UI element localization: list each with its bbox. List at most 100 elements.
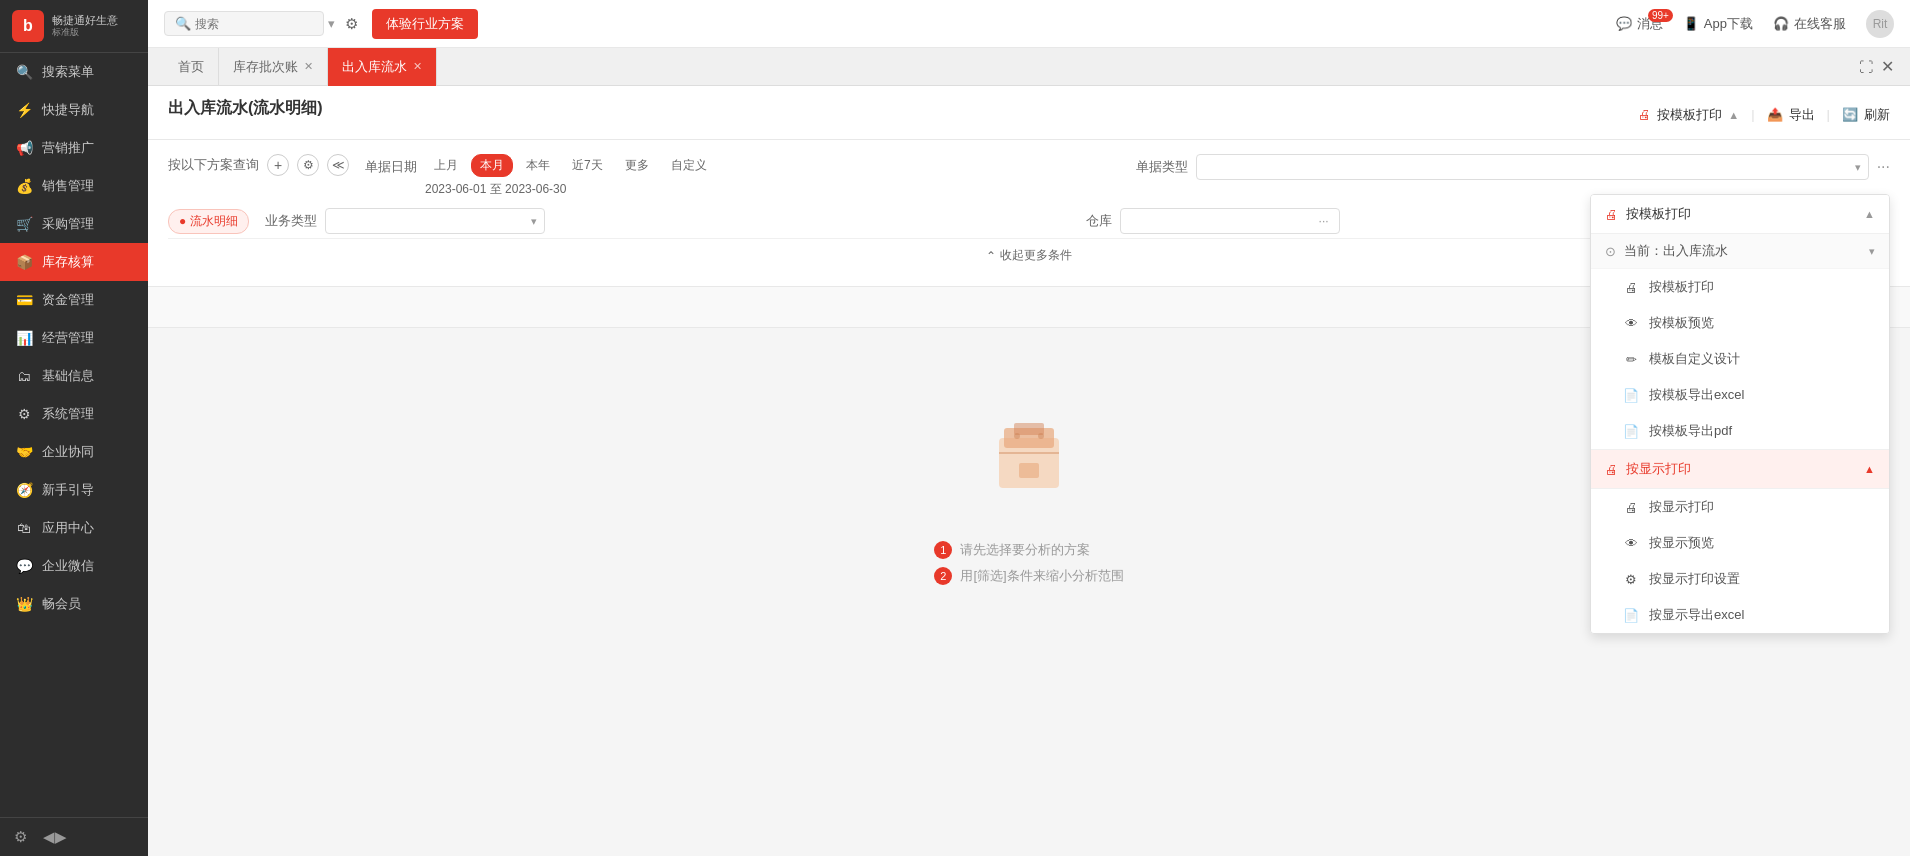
sidebar-footer: ⚙ ◀▶ [0, 817, 148, 856]
sidebar-item-member[interactable]: 👑 畅会员 [0, 585, 148, 623]
topbar-messages[interactable]: 💬 消息 99+ [1616, 15, 1663, 33]
date-range-display: 2023-06-01 至 2023-06-30 [425, 181, 716, 198]
svg-point-6 [1038, 433, 1044, 439]
sidebar: b 畅捷通好生意 标准版 🔍 搜索菜单 ⚡ 快捷导航 📢 营销推广 💰 销售管理… [0, 0, 148, 856]
app-logo-icon: b [12, 10, 44, 42]
tag-icon: ● [179, 214, 186, 228]
dropdown-item-template-print[interactable]: 🖨 按模板打印 [1591, 269, 1889, 305]
sidebar-item-guide[interactable]: 🧭 新手引导 [0, 471, 148, 509]
warehouse-input[interactable]: ··· [1120, 208, 1340, 234]
empty-step-1: 1 请先选择要分析的方案 [934, 541, 1123, 559]
tab-maximize-icon[interactable]: ⛶ [1859, 59, 1873, 75]
doc-type-select[interactable] [1196, 154, 1869, 180]
topbar-customer-service[interactable]: 🎧 在线客服 [1773, 15, 1846, 33]
tab-home[interactable]: 首页 [164, 48, 219, 86]
member-icon: 👑 [14, 596, 34, 612]
sidebar-item-system[interactable]: ⚙ 系统管理 [0, 395, 148, 433]
dropdown-item-template-preview[interactable]: 👁 按模板预览 [1591, 305, 1889, 341]
dropdown-item-display-export-pdf[interactable]: 📄 按显示导出pdf [1591, 633, 1889, 634]
operation-icon: 📊 [14, 330, 34, 346]
sidebar-item-search[interactable]: 🔍 搜索菜单 [0, 53, 148, 91]
dropdown-item-display-print[interactable]: 🖨 按显示打印 [1591, 489, 1889, 525]
date-btn-thismonth[interactable]: 本月 [471, 154, 513, 177]
template-excel-icon: 📄 [1623, 388, 1639, 403]
template-pdf-icon: 📄 [1623, 424, 1639, 439]
business-type-select-wrapper [325, 208, 545, 234]
tab-batch-close[interactable]: ✕ [304, 60, 313, 73]
message-badge: 99+ [1648, 9, 1673, 22]
sidebar-settings-icon[interactable]: ⚙ [14, 828, 27, 846]
dropdown-current-item[interactable]: ⊙ 当前：出入库流水 ▾ [1591, 234, 1889, 269]
sidebar-item-basic[interactable]: 🗂 基础信息 [0, 357, 148, 395]
quicknav-icon: ⚡ [14, 102, 34, 118]
topbar-search-caret[interactable]: ▾ [328, 16, 335, 31]
tab-close-all-icon[interactable]: ✕ [1881, 57, 1894, 76]
topbar-user-avatar[interactable]: Rit [1866, 10, 1894, 38]
business-type-label: 业务类型 [265, 212, 317, 230]
tab-batch[interactable]: 库存批次账 ✕ [219, 48, 328, 86]
doc-type-more-icon[interactable]: ··· [1877, 158, 1890, 176]
dropdown-header-display[interactable]: 🖨 按显示打印 ▲ [1591, 450, 1889, 489]
mobile-icon: 📱 [1683, 16, 1699, 31]
doc-type-select-wrapper [1196, 154, 1869, 180]
date-label: 单据日期 [365, 154, 417, 176]
date-btn-more[interactable]: 更多 [616, 154, 658, 177]
marketing-icon: 📢 [14, 140, 34, 156]
topbar-search-input[interactable] [195, 17, 305, 31]
app-name: 畅捷通好生意 标准版 [52, 13, 118, 39]
date-btn-thisyear[interactable]: 本年 [517, 154, 559, 177]
sidebar-item-operation[interactable]: 📊 经营管理 [0, 319, 148, 357]
dropdown-item-template-export-pdf[interactable]: 📄 按模板导出pdf [1591, 413, 1889, 449]
topbar-search-box[interactable]: 🔍 [164, 11, 324, 36]
filter-tag-liushui[interactable]: ● 流水明细 [168, 209, 249, 234]
collab-icon: 🤝 [14, 444, 34, 460]
sales-icon: 💰 [14, 178, 34, 194]
sidebar-item-appstore[interactable]: 🛍 应用中心 [0, 509, 148, 547]
sidebar-item-marketing[interactable]: 📢 营销推广 [0, 129, 148, 167]
svg-point-5 [1014, 433, 1020, 439]
print-template-button[interactable]: 🖨 按模板打印 ▲ [1638, 106, 1739, 124]
display-excel-icon: 📄 [1623, 608, 1639, 623]
topbar-app-download[interactable]: 📱 App下载 [1683, 15, 1753, 33]
sidebar-logo: b 畅捷通好生意 标准版 [0, 0, 148, 53]
date-btn-lastmonth[interactable]: 上月 [425, 154, 467, 177]
inventory-icon: 📦 [14, 254, 34, 270]
wxwork-icon: 💬 [14, 558, 34, 574]
guide-icon: 🧭 [14, 482, 34, 498]
sidebar-item-sales[interactable]: 💰 销售管理 [0, 167, 148, 205]
filter-collapse-left-button[interactable]: ≪ [327, 154, 349, 176]
sidebar-item-finance[interactable]: 💳 资金管理 [0, 281, 148, 319]
print-dropdown-panel: 🖨 按模板打印 ▲ ⊙ 当前：出入库流水 ▾ 🖨 按模板打印 👁 按模板预览 [1590, 194, 1890, 634]
industry-solution-button[interactable]: 体验行业方案 [372, 9, 478, 39]
tab-flow-close[interactable]: ✕ [413, 60, 422, 73]
dropdown-item-display-settings[interactable]: ⚙ 按显示打印设置 [1591, 561, 1889, 597]
template-design-icon: ✏ [1623, 352, 1639, 367]
filter-add-button[interactable]: + [267, 154, 289, 176]
filter-settings-button[interactable]: ⚙ [297, 154, 319, 176]
date-btn-7days[interactable]: 近7天 [563, 154, 612, 177]
date-btn-custom[interactable]: 自定义 [662, 154, 716, 177]
dropdown-item-template-export-excel[interactable]: 📄 按模板导出excel [1591, 377, 1889, 413]
search-icon: 🔍 [14, 64, 34, 80]
export-button[interactable]: 📤 导出 [1767, 106, 1815, 124]
dropdown-item-display-preview[interactable]: 👁 按显示预览 [1591, 525, 1889, 561]
sidebar-item-quicknav[interactable]: ⚡ 快捷导航 [0, 91, 148, 129]
sidebar-item-inventory[interactable]: 📦 库存核算 [0, 243, 148, 281]
sidebar-collapse-icon[interactable]: ◀▶ [43, 828, 67, 846]
display-print-icon: 🖨 [1623, 500, 1639, 515]
sidebar-item-purchase[interactable]: 🛒 采购管理 [0, 205, 148, 243]
dropdown-item-template-design[interactable]: ✏ 模板自定义设计 [1591, 341, 1889, 377]
print-dropdown-caret[interactable]: ▲ [1728, 109, 1739, 121]
tabs-bar: 首页 库存批次账 ✕ 出入库流水 ✕ ⛶ ✕ [148, 48, 1910, 86]
refresh-button[interactable]: 🔄 刷新 [1842, 106, 1890, 124]
business-type-select[interactable] [325, 208, 545, 234]
svg-rect-4 [1019, 463, 1039, 478]
dropdown-item-display-export-excel[interactable]: 📄 按显示导出excel [1591, 597, 1889, 633]
dropdown-header-template[interactable]: 🖨 按模板打印 ▲ [1591, 195, 1889, 234]
sidebar-item-wxwork[interactable]: 💬 企业微信 [0, 547, 148, 585]
sidebar-item-collab[interactable]: 🤝 企业协同 [0, 433, 148, 471]
topbar-settings-icon[interactable]: ⚙ [345, 15, 358, 33]
template-print-icon: 🖨 [1623, 280, 1639, 295]
message-icon: 💬 [1616, 16, 1632, 31]
tab-flow[interactable]: 出入库流水 ✕ [328, 48, 437, 86]
